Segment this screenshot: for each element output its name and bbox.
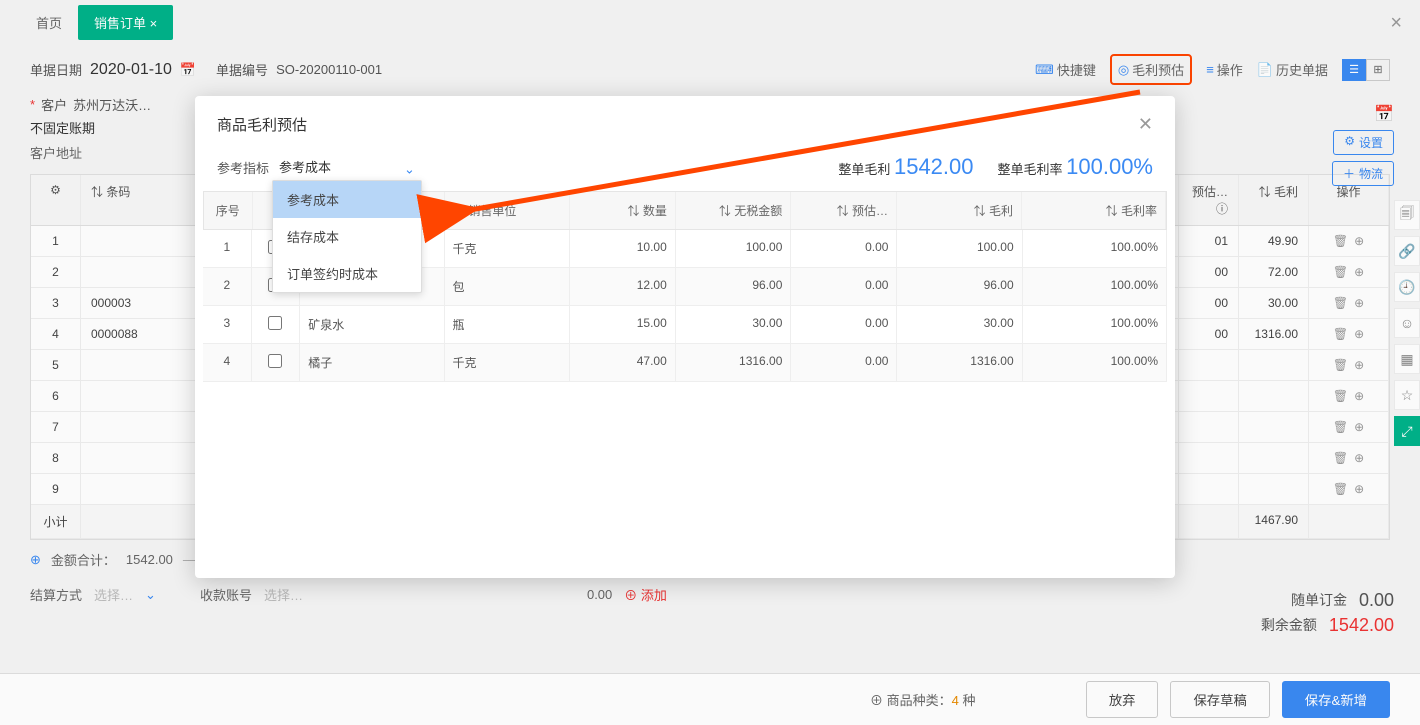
- mcol-qty[interactable]: ⇅ 数量: [570, 192, 676, 229]
- option-signed-cost[interactable]: 订单签约时成本: [273, 255, 421, 292]
- mcol-est[interactable]: ⇅ 预估…: [791, 192, 897, 229]
- mcol-unit[interactable]: ⇅ 销售单位: [445, 192, 570, 229]
- profit-row[interactable]: 4橘子千克47.001316.000.001316.00100.00%: [203, 344, 1167, 382]
- modal-title: 商品毛利预估: [217, 114, 307, 135]
- total-rate-value: 100.00%: [1066, 154, 1153, 179]
- mcol-profit[interactable]: ⇅ 毛利: [897, 192, 1022, 229]
- profit-estimate-modal: 商品毛利预估 ✕ 参考指标 参考成本 ⌃ 参考成本 结存成本 订单签约时成本 整…: [195, 96, 1175, 578]
- mcol-seq: 序号: [204, 192, 253, 229]
- ref-metric-label: 参考指标: [217, 158, 269, 177]
- mcol-amt[interactable]: ⇅ 无税金额: [676, 192, 791, 229]
- total-profit-label: 整单毛利: [838, 162, 890, 177]
- ref-metric-select[interactable]: 参考成本 ⌃: [277, 153, 417, 181]
- row-checkbox[interactable]: [268, 354, 282, 368]
- modal-close-icon[interactable]: ✕: [1138, 114, 1153, 135]
- option-balance-cost[interactable]: 结存成本: [273, 218, 421, 255]
- ref-metric-dropdown: 参考成本 结存成本 订单签约时成本: [272, 180, 422, 293]
- total-profit-value: 1542.00: [894, 154, 974, 179]
- row-checkbox[interactable]: [268, 316, 282, 330]
- option-ref-cost[interactable]: 参考成本: [273, 181, 421, 218]
- total-rate-label: 整单毛利率: [998, 162, 1063, 177]
- chevron-up-icon: ⌃: [404, 157, 415, 176]
- profit-row[interactable]: 3矿泉水瓶15.0030.000.0030.00100.00%: [203, 306, 1167, 344]
- mcol-rate[interactable]: ⇅ 毛利率: [1022, 192, 1166, 229]
